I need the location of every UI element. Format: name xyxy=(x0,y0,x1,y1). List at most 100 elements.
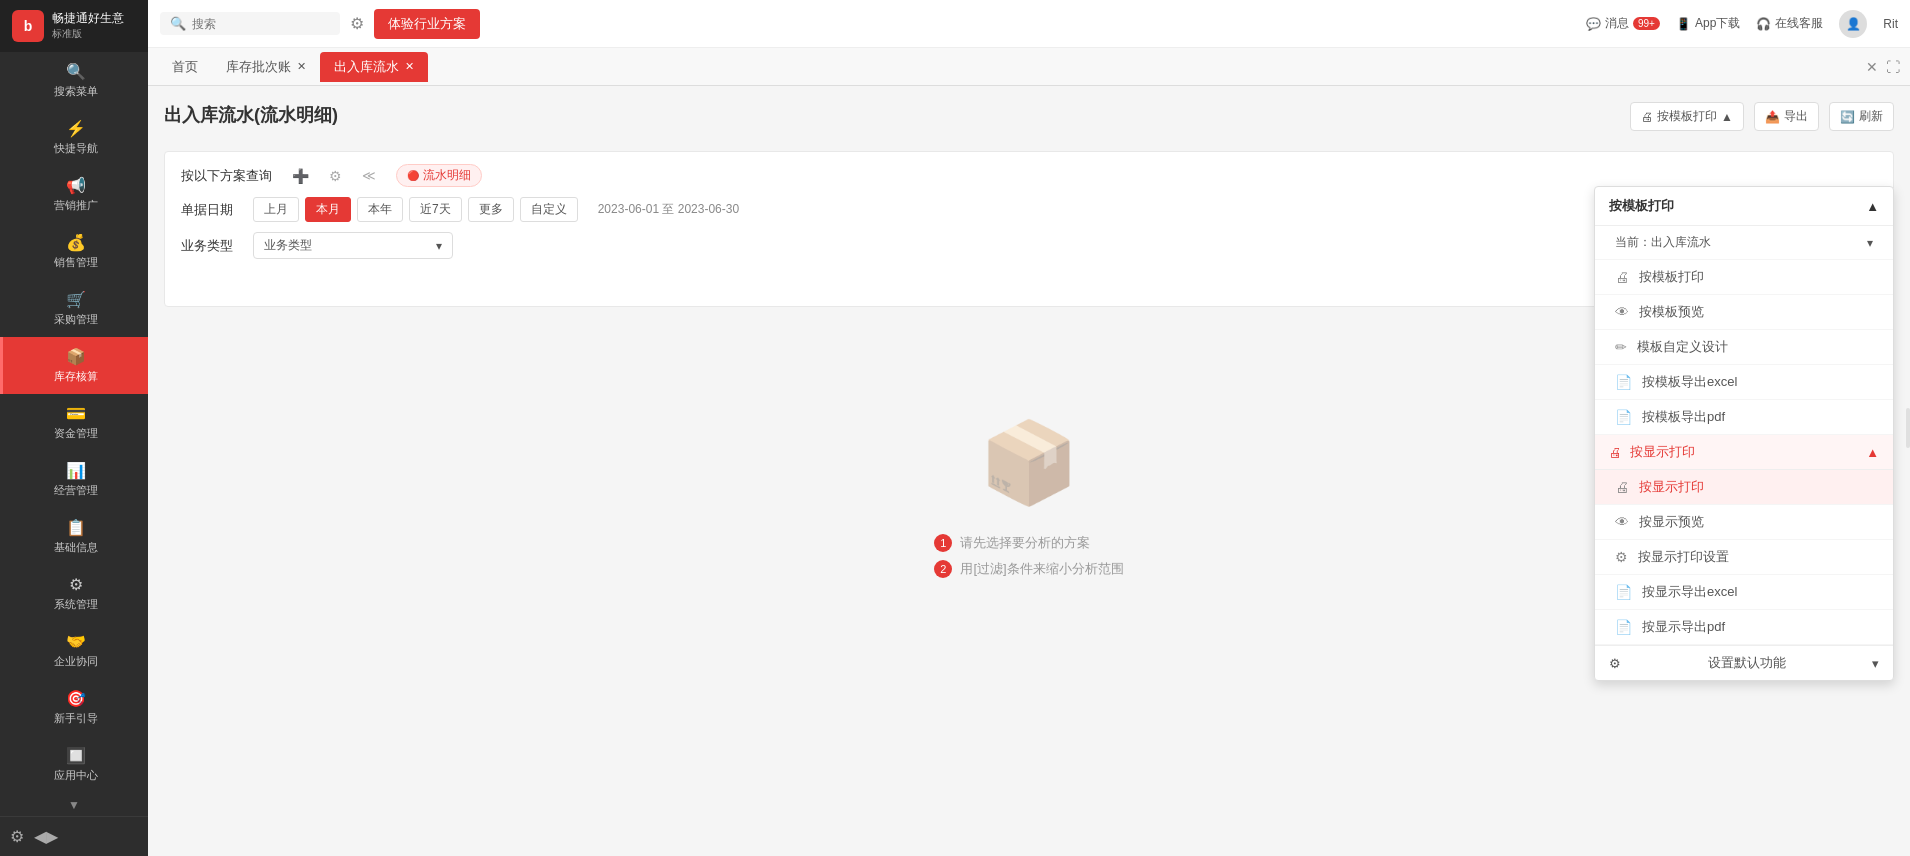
dropdown-display-settings[interactable]: ⚙ 按显示打印设置 xyxy=(1595,540,1893,575)
dropdown-display-item-label-3: 按显示导出excel xyxy=(1642,583,1737,601)
sidebar-item-system[interactable]: ⚙ 系统管理 xyxy=(0,565,148,622)
tab-home[interactable]: 首页 xyxy=(158,52,212,82)
dropdown-item-label-4: 按模板导出pdf xyxy=(1642,408,1725,426)
step-2: 2 用[过滤]条件来缩小分析范围 xyxy=(934,556,1123,582)
print-dropdown-panel: 按模板打印 ▲ 当前：出入库流水 ▾ 🖨 按模板打印 👁 按模板预览 ✏ 模板自… xyxy=(1594,186,1894,681)
inventory-icon: 📦 xyxy=(66,347,86,366)
date-tag-custom[interactable]: 自定义 xyxy=(520,197,578,222)
window-close-btn[interactable]: ✕ xyxy=(1866,59,1878,75)
topbar-gear-icon[interactable]: ⚙ xyxy=(350,14,364,33)
tab-batch[interactable]: 库存批次账 ✕ xyxy=(212,52,320,82)
sidebar-item-label-operations: 经营管理 xyxy=(54,483,98,498)
step-1-num: 1 xyxy=(934,534,952,552)
dropdown-display-print[interactable]: 🖨 按显示打印 xyxy=(1595,470,1893,505)
sidebar-item-inventory[interactable]: 📦 库存核算 xyxy=(0,337,148,394)
print-template-btn[interactable]: 🖨 按模板打印 ▲ xyxy=(1630,102,1744,131)
settings-bottom-icon[interactable]: ⚙ xyxy=(10,827,24,846)
search-input[interactable] xyxy=(192,17,312,31)
dropdown-item-label-1: 按模板预览 xyxy=(1639,303,1704,321)
step-1: 1 请先选择要分析的方案 xyxy=(934,530,1123,556)
dropdown-display-item-label-1: 按显示预览 xyxy=(1639,513,1704,531)
export-btn[interactable]: 📤 导出 xyxy=(1754,102,1819,131)
sidebar-item-sales[interactable]: 💰 销售管理 xyxy=(0,223,148,280)
display-section-icon: 🖨 xyxy=(1609,445,1622,460)
app-logo: b 畅捷通好生意 标准版 xyxy=(0,0,148,52)
window-expand-btn[interactable]: ⛶ xyxy=(1886,59,1900,75)
sidebar-item-guide[interactable]: 🎯 新手引导 xyxy=(0,679,148,736)
sidebar-item-operations[interactable]: 📊 经营管理 xyxy=(0,451,148,508)
filter-add-btn[interactable]: ➕ xyxy=(292,168,309,184)
sidebar-item-basic[interactable]: 📋 基础信息 xyxy=(0,508,148,565)
window-controls: ✕ ⛶ xyxy=(1866,59,1900,75)
filter-settings-icon[interactable]: ⚙ xyxy=(329,168,342,184)
tab-flow[interactable]: 出入库流水 ✕ xyxy=(320,52,428,82)
export-pdf-icon: 📄 xyxy=(1615,409,1632,425)
dropdown-template-customize[interactable]: ✏ 模板自定义设计 xyxy=(1595,330,1893,365)
dropdown-template-preview[interactable]: 👁 按模板预览 xyxy=(1595,295,1893,330)
date-tag-last-month[interactable]: 上月 xyxy=(253,197,299,222)
tab-batch-label: 库存批次账 xyxy=(226,58,291,76)
sidebar-item-label-guide: 新手引导 xyxy=(54,711,98,726)
avatar[interactable]: 👤 xyxy=(1839,10,1867,38)
sidebar-scroll-down[interactable]: ▼ xyxy=(0,794,148,816)
date-tag-7days[interactable]: 近7天 xyxy=(409,197,462,222)
biz-type-dropdown-icon: ▾ xyxy=(436,239,442,253)
dropdown-display-preview[interactable]: 👁 按显示预览 xyxy=(1595,505,1893,540)
dropdown-current-section[interactable]: 当前：出入库流水 ▾ xyxy=(1595,226,1893,260)
app-name: 畅捷通好生意 xyxy=(52,11,124,27)
biz-type-placeholder: 业务类型 xyxy=(264,237,312,254)
dropdown-display-export-pdf[interactable]: 📄 按显示导出pdf xyxy=(1595,610,1893,645)
display-section-label: 按显示打印 xyxy=(1630,443,1695,461)
step-1-text: 请先选择要分析的方案 xyxy=(960,530,1090,556)
tab-flow-close[interactable]: ✕ xyxy=(405,60,414,73)
app-name-block: 畅捷通好生意 标准版 xyxy=(52,11,124,41)
sidebar-item-label-system: 系统管理 xyxy=(54,597,98,612)
sidebar-item-label-search: 搜索菜单 xyxy=(54,84,98,99)
dropdown-display-export-excel[interactable]: 📄 按显示导出excel xyxy=(1595,575,1893,610)
collapse-sidebar-icon[interactable]: ◀▶ xyxy=(34,827,58,846)
dropdown-footer[interactable]: ⚙ 设置默认功能 ▾ xyxy=(1595,645,1893,680)
dropdown-collapse-icon[interactable]: ▲ xyxy=(1866,199,1879,214)
sidebar-item-collab[interactable]: 🤝 企业协同 xyxy=(0,622,148,679)
filter-chip[interactable]: 🔴 流水明细 xyxy=(396,164,482,187)
date-filter-label: 单据日期 xyxy=(181,201,233,219)
dropdown-template-export-pdf[interactable]: 📄 按模板导出pdf xyxy=(1595,400,1893,435)
biz-type-select[interactable]: 业务类型 ▾ xyxy=(253,232,453,259)
sidebar-item-finance[interactable]: 💳 资金管理 xyxy=(0,394,148,451)
print-icon: 🖨 xyxy=(1641,110,1653,124)
sidebar-item-quick-nav[interactable]: ⚡ 快捷导航 xyxy=(0,109,148,166)
marketing-icon: 📢 xyxy=(66,176,86,195)
topbar: 🔍 ⚙ 体验行业方案 💬 消息 99+ 📱 App下载 🎧 在线客服 👤 Rit xyxy=(148,0,1910,48)
date-tag-this-month[interactable]: 本月 xyxy=(305,197,351,222)
app-version: 标准版 xyxy=(52,27,124,41)
sidebar-item-purchase[interactable]: 🛒 采购管理 xyxy=(0,280,148,337)
dropdown-display-item-label-2: 按显示打印设置 xyxy=(1638,548,1729,566)
refresh-btn[interactable]: 🔄 刷新 xyxy=(1829,102,1894,131)
export-excel-icon: 📄 xyxy=(1615,374,1632,390)
dropdown-display-section[interactable]: 🖨 按显示打印 ▲ xyxy=(1595,435,1893,470)
online-service-action[interactable]: 🎧 在线客服 xyxy=(1756,15,1823,32)
logo-icon: b xyxy=(12,10,44,42)
headset-icon: 🎧 xyxy=(1756,17,1771,31)
chip-icon: 🔴 xyxy=(407,170,419,181)
sales-icon: 💰 xyxy=(66,233,86,252)
message-action[interactable]: 💬 消息 99+ xyxy=(1586,15,1660,32)
scroll-indicator xyxy=(1906,408,1910,448)
app-download-action[interactable]: 📱 App下载 xyxy=(1676,15,1740,32)
sidebar-item-search[interactable]: 🔍 搜索菜单 xyxy=(0,52,148,109)
date-tag-this-year[interactable]: 本年 xyxy=(357,197,403,222)
topbar-search-box[interactable]: 🔍 xyxy=(160,12,340,35)
tab-batch-close[interactable]: ✕ xyxy=(297,60,306,73)
message-label: 消息 xyxy=(1605,15,1629,32)
dropdown-template-print[interactable]: 🖨 按模板打印 xyxy=(1595,260,1893,295)
filter-chip-label: 流水明细 xyxy=(423,167,471,184)
filter-collapse-icon[interactable]: ≪ xyxy=(362,168,376,183)
sidebar-item-app-center[interactable]: 🔲 应用中心 xyxy=(0,736,148,793)
message-badge: 99+ xyxy=(1633,17,1660,30)
sidebar-item-marketing[interactable]: 📢 营销推广 xyxy=(0,166,148,223)
dropdown-display-item-label-0: 按显示打印 xyxy=(1639,478,1704,496)
date-tag-more[interactable]: 更多 xyxy=(468,197,514,222)
dropdown-template-export-excel[interactable]: 📄 按模板导出excel xyxy=(1595,365,1893,400)
industry-btn[interactable]: 体验行业方案 xyxy=(374,9,480,39)
topbar-search-icon: 🔍 xyxy=(170,16,186,31)
